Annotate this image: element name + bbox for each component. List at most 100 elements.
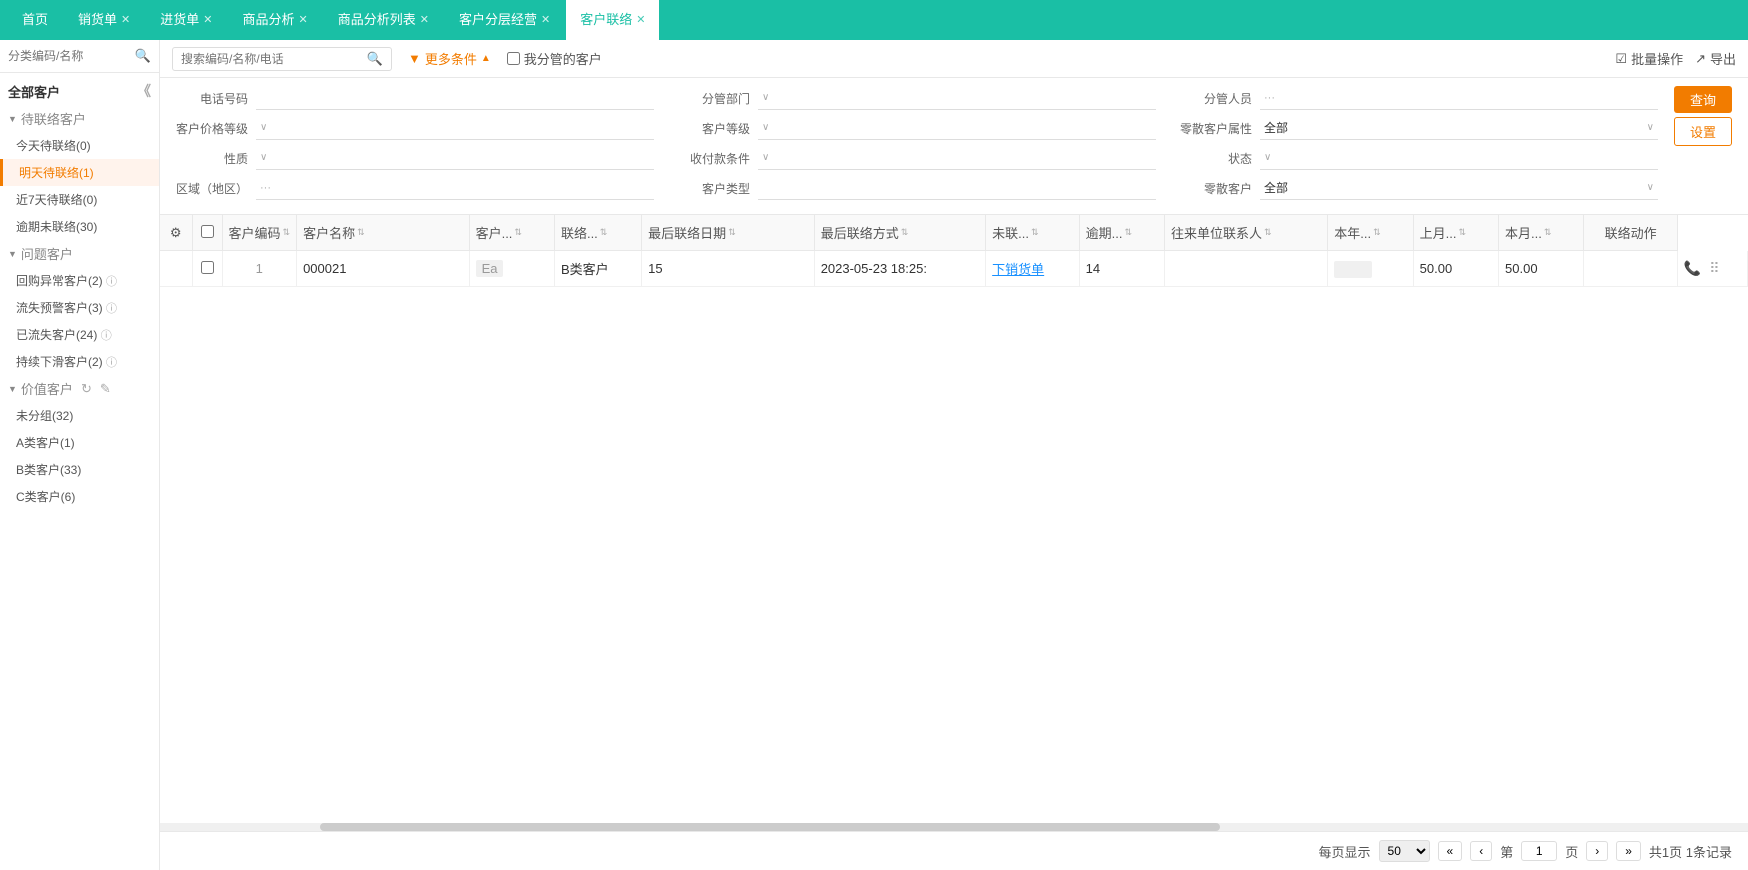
sidebar-item-a-class[interactable]: A类客户(1): [0, 429, 159, 456]
nav-sales[interactable]: 销货单 ✕: [64, 0, 144, 40]
sidebar-item-7days[interactable]: 近7天待联络(0): [0, 186, 159, 213]
sidebar-item-abnormal[interactable]: 回购异常客户(2) ⓘ: [0, 267, 159, 294]
retail-cust-select[interactable]: 全部 ∨: [1260, 176, 1658, 200]
dept-select[interactable]: ∨: [758, 86, 1156, 110]
name-sort-icon[interactable]: ⇅: [357, 227, 365, 238]
filter-cell-person: 分管人员 ···: [1180, 86, 1658, 110]
nav-product-analysis-close[interactable]: ✕: [299, 0, 308, 40]
filter-cell-nature: 性质 ∨: [176, 146, 654, 170]
search-input[interactable]: [181, 52, 363, 66]
region-input[interactable]: ···: [256, 176, 654, 200]
unlink-sort-icon[interactable]: ⇅: [1031, 227, 1039, 238]
region-more-icon[interactable]: ···: [260, 182, 271, 194]
nav-sales-close[interactable]: ✕: [121, 0, 130, 40]
next-page-btn[interactable]: ›: [1586, 841, 1608, 861]
payment-label: 收付款条件: [678, 150, 758, 167]
last-page-btn[interactable]: »: [1616, 841, 1641, 861]
row-type-cell: B类客户: [554, 251, 641, 287]
nature-select[interactable]: ∨: [256, 146, 654, 170]
nav-purchase[interactable]: 进货单 ✕: [146, 0, 226, 40]
more-conditions-btn[interactable]: ▼ 更多条件 ▲: [400, 46, 499, 71]
nav-customer-contact-close[interactable]: ✕: [636, 0, 645, 40]
group-value-customers: 价值客户 ↻ ✎: [0, 375, 159, 402]
contact-action-icon[interactable]: 📞: [1684, 260, 1701, 277]
cust-type-input[interactable]: [758, 176, 1156, 200]
sidebar-item-churned[interactable]: 已流失客户(24) ⓘ: [0, 321, 159, 348]
col-settings: ⚙: [160, 215, 192, 251]
settings-icon[interactable]: ⚙: [170, 225, 182, 240]
nav-product-list-close[interactable]: ✕: [420, 0, 429, 40]
person-more-icon[interactable]: ···: [1264, 92, 1275, 104]
filter-cell-status: 状态 ∨: [1180, 146, 1658, 170]
prev-page-btn[interactable]: ‹: [1470, 841, 1492, 861]
row-settings-cell: [160, 251, 192, 287]
row-name-cell: Ea: [469, 251, 554, 287]
region-label: 区域（地区）: [176, 180, 256, 197]
last-date-sort-icon[interactable]: ⇅: [728, 227, 736, 238]
sidebar-item-ungrouped[interactable]: 未分组(32): [0, 402, 159, 429]
my-customers-checkbox[interactable]: [507, 52, 520, 65]
sidebar-search-input[interactable]: [8, 49, 131, 63]
row-checkbox[interactable]: [201, 261, 214, 274]
col-contact-count: 联络... ⇅: [554, 215, 641, 251]
nav-home[interactable]: 首页: [8, 0, 62, 40]
sidebar-collapse-icon[interactable]: 《: [137, 81, 151, 101]
code-sort-icon[interactable]: ⇅: [283, 227, 291, 238]
nav-product-list[interactable]: 商品分析列表 ✕: [324, 0, 443, 40]
person-input[interactable]: ···: [1260, 86, 1658, 110]
select-all-checkbox[interactable]: [201, 225, 214, 238]
settings-btn[interactable]: 设置: [1674, 117, 1732, 146]
page-input[interactable]: [1521, 841, 1557, 861]
contact-sort-icon[interactable]: ⇅: [600, 227, 608, 238]
value-edit-icon[interactable]: ✎: [100, 381, 111, 397]
row-this-month-cell: [1584, 251, 1677, 287]
filter-cell-dept: 分管部门 ∨: [678, 86, 1156, 110]
more-action-icon[interactable]: ⠿: [1709, 260, 1719, 277]
price-level-label: 客户价格等级: [176, 120, 256, 137]
this-year-sort-icon[interactable]: ⇅: [1373, 227, 1381, 238]
phone-input[interactable]: [256, 86, 654, 110]
sidebar-item-b-class[interactable]: B类客户(33): [0, 456, 159, 483]
payment-select[interactable]: ∨: [758, 146, 1156, 170]
unit-contact-sort-icon[interactable]: ⇅: [1264, 227, 1272, 238]
nav-customer-layer[interactable]: 客户分层经营 ✕: [445, 0, 564, 40]
sidebar-item-overdue[interactable]: 逾期未联络(30): [0, 213, 159, 240]
price-level-select[interactable]: ∨: [256, 116, 654, 140]
last-method-sort-icon[interactable]: ⇅: [901, 227, 909, 238]
status-label: 状态: [1180, 150, 1260, 167]
h-scrollbar-thumb[interactable]: [320, 823, 1220, 831]
sidebar-item-tomorrow[interactable]: 明天待联络(1): [0, 159, 159, 186]
cust-level-select[interactable]: ∨: [758, 116, 1156, 140]
row-action-cell: 📞 ⠿: [1677, 251, 1747, 287]
row-code-cell: 000021: [297, 251, 470, 287]
per-page-select[interactable]: 50 100 200: [1379, 840, 1430, 862]
sidebar-item-churn-warn[interactable]: 流失预警客户(3) ⓘ: [0, 294, 159, 321]
h-scrollbar-track: [160, 823, 1748, 831]
row-unit-contact-cell: [1328, 251, 1413, 287]
first-page-btn[interactable]: «: [1438, 841, 1463, 861]
sidebar-item-c-class[interactable]: C类客户(6): [0, 483, 159, 510]
this-month-sort-icon[interactable]: ⇅: [1544, 227, 1552, 238]
all-customers-label: 全部客户: [8, 82, 60, 101]
export-btn[interactable]: ↗ 导出: [1695, 49, 1736, 68]
filter-cell-phone: 电话号码: [176, 86, 654, 110]
last-month-sort-icon[interactable]: ⇅: [1458, 227, 1466, 238]
sidebar-search-icon[interactable]: 🔍: [135, 48, 151, 64]
retail-attr-select[interactable]: 全部 ∨: [1260, 116, 1658, 140]
sidebar-item-declining[interactable]: 持续下滑客户(2) ⓘ: [0, 348, 159, 375]
nav-customer-contact[interactable]: 客户联络 ✕: [566, 0, 659, 40]
col-last-method: 最后联络方式 ⇅: [814, 215, 985, 251]
sidebar-item-today[interactable]: 今天待联络(0): [0, 132, 159, 159]
nav-customer-layer-close[interactable]: ✕: [541, 0, 550, 40]
value-refresh-icon[interactable]: ↻: [81, 381, 92, 397]
batch-op-btn[interactable]: ☑ 批量操作: [1615, 49, 1683, 68]
query-btn[interactable]: 查询: [1674, 86, 1732, 113]
search-icon[interactable]: 🔍: [367, 51, 383, 67]
type-sort-icon[interactable]: ⇅: [514, 227, 522, 238]
overdue-sort-icon[interactable]: ⇅: [1124, 227, 1132, 238]
nav-purchase-close[interactable]: ✕: [203, 0, 212, 40]
filter-actions: 查询 设置: [1674, 86, 1732, 206]
status-select[interactable]: ∨: [1260, 146, 1658, 170]
nav-product-analysis[interactable]: 商品分析 ✕: [228, 0, 321, 40]
last-method-link[interactable]: 下销货单: [992, 262, 1044, 277]
